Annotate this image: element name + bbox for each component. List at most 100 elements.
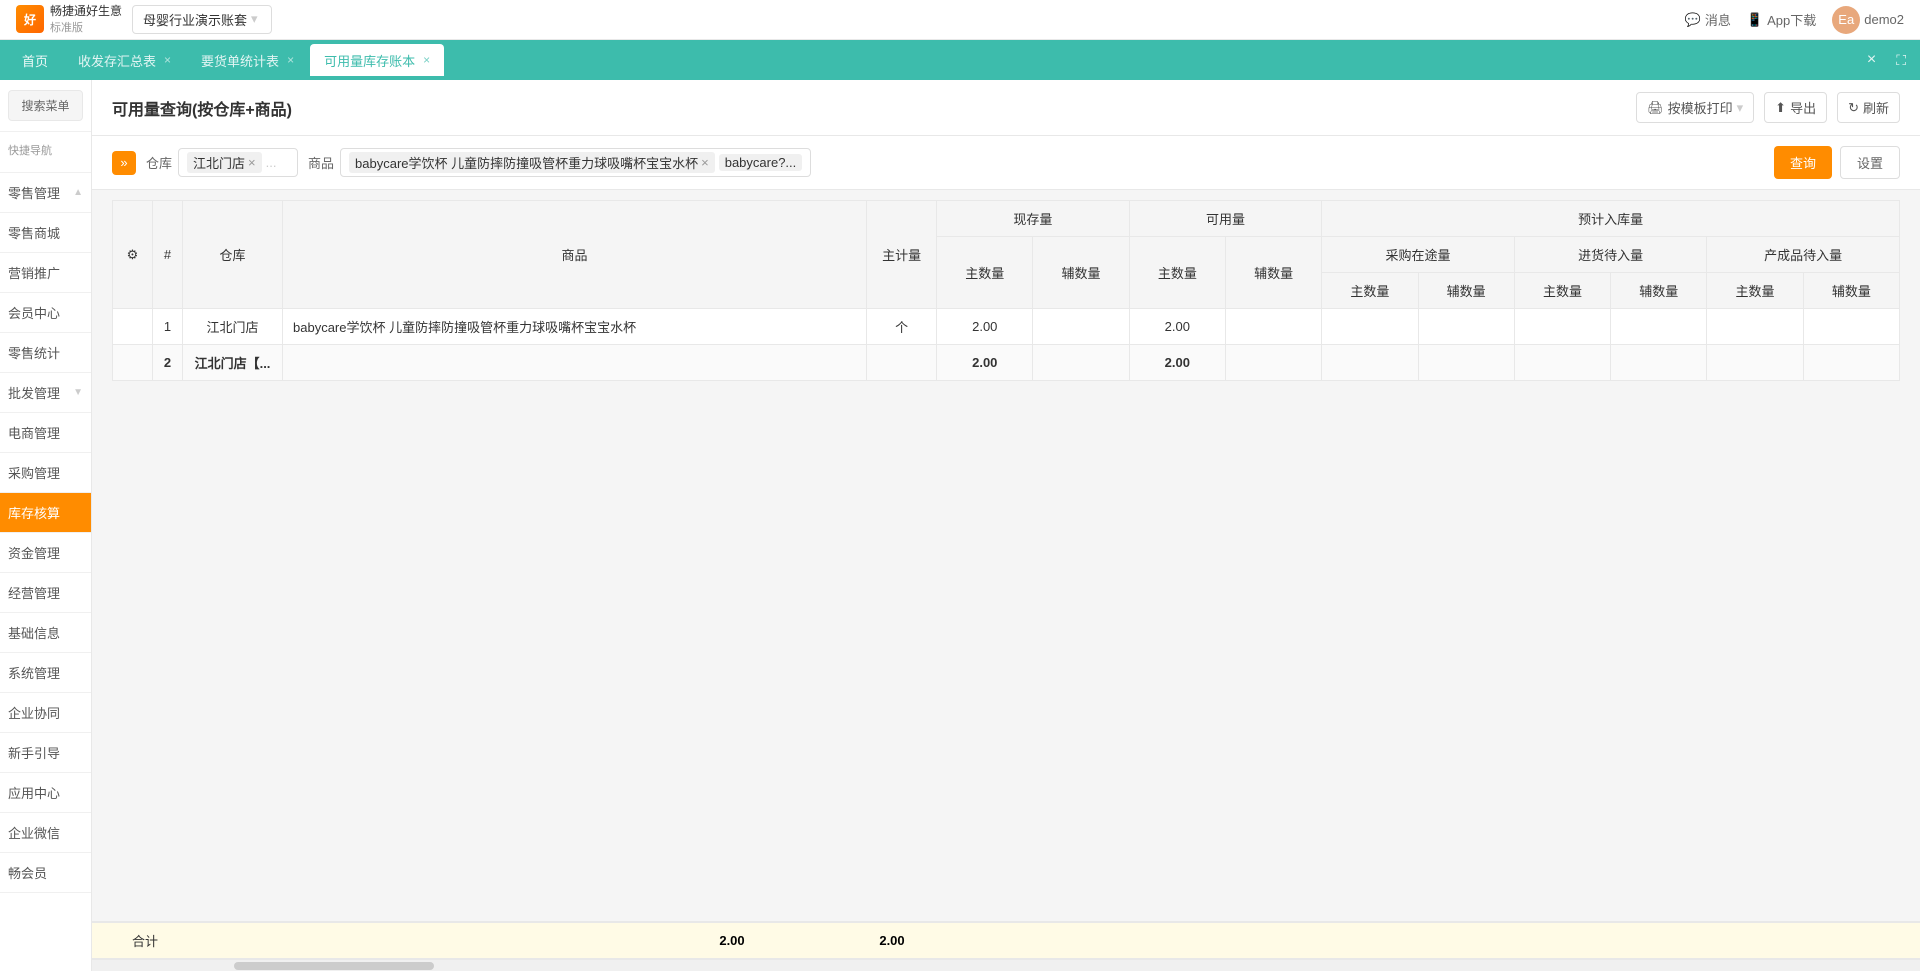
warehouse-input[interactable]: 江北门店 × ...	[178, 148, 298, 177]
tab-inventory-close[interactable]: ×	[423, 53, 430, 67]
sidebar: 搜索菜单 快捷导航 零售管理 ▲ 零售商城 营销推广 会员中心 零售统计 批发管…	[0, 80, 92, 971]
sidebar-finance-label: 资金管理	[8, 543, 60, 562]
tab-collect-close[interactable]: ×	[164, 53, 171, 67]
print-label: 按模板打印	[1668, 98, 1733, 117]
cell-purchase-main-group	[1322, 345, 1418, 381]
sidebar-item-retail-stat[interactable]: 零售统计	[0, 333, 91, 373]
sidebar-item-vip-member[interactable]: 畅会员	[0, 853, 91, 893]
search-menu-btn[interactable]: 搜索菜单	[8, 90, 83, 121]
th-product-aux: 辅数量	[1803, 273, 1899, 309]
th-pending-arrival: 进货待入量	[1514, 237, 1707, 273]
print-template-btn[interactable]: 🖨 按模板打印 ▾	[1636, 92, 1754, 123]
cell-arrival-main-group	[1514, 345, 1610, 381]
cell-product-aux-group	[1803, 345, 1899, 381]
th-arrival-aux: 辅数量	[1611, 273, 1707, 309]
avatar: Ea	[1832, 6, 1860, 34]
message-icon: 💬	[1685, 12, 1701, 28]
table-footer: 合计 2.00 2.00	[92, 921, 1920, 959]
sidebar-item-enterprise[interactable]: 企业协同	[0, 693, 91, 733]
th-avail-main: 主数量	[1129, 237, 1225, 309]
sidebar-item-sys-mgmt[interactable]: 系统管理	[0, 653, 91, 693]
tab-order-label: 要货单统计表	[201, 51, 279, 70]
tab-order[interactable]: 要货单统计表 ×	[187, 44, 308, 76]
th-settings[interactable]: ⚙	[113, 201, 153, 309]
export-label: 导出	[1790, 98, 1816, 117]
warehouse-remove-btn[interactable]: ×	[248, 155, 256, 170]
cell-product-group	[283, 345, 867, 381]
sidebar-item-basic-info[interactable]: 基础信息	[0, 613, 91, 653]
refresh-btn[interactable]: ↻ 刷新	[1837, 92, 1900, 123]
warehouse-filter: 仓库 江北门店 × ...	[146, 148, 298, 177]
tab-order-close[interactable]: ×	[287, 53, 294, 67]
cell-settings	[113, 345, 153, 381]
th-avail-aux: 辅数量	[1225, 237, 1321, 309]
sidebar-member-label: 会员中心	[8, 303, 60, 322]
cell-purchase-aux-group	[1418, 345, 1514, 381]
tab-collect[interactable]: 收发存汇总表 ×	[64, 44, 185, 76]
warehouse-value: 江北门店	[193, 153, 245, 172]
th-available: 可用量	[1129, 201, 1322, 237]
sidebar-basic-info-label: 基础信息	[8, 623, 60, 642]
cell-avail-main-group: 2.00	[1129, 345, 1225, 381]
th-purchase-transit: 采购在途量	[1322, 237, 1515, 273]
cell-arrival-aux-group	[1611, 345, 1707, 381]
inventory-table: ⚙ # 仓库 商品 主计量 现存量 可用量 预计入库量 主数量 辅数量 主数量	[112, 200, 1900, 381]
sidebar-search-section: 搜索菜单	[0, 80, 91, 132]
sidebar-item-purchase[interactable]: 采购管理	[0, 453, 91, 493]
cell-settings	[113, 309, 153, 345]
filter-expand-btn[interactable]: »	[112, 151, 136, 175]
sidebar-item-retail-mgmt[interactable]: 零售管理 ▲	[0, 173, 91, 213]
th-current-aux: 辅数量	[1033, 237, 1129, 309]
warehouse-more-btn[interactable]: ...	[266, 155, 277, 170]
sidebar-quick-nav-section: 快捷导航	[0, 132, 91, 173]
sidebar-sys-mgmt-label: 系统管理	[8, 663, 60, 682]
sidebar-enterprise-wx-label: 企业微信	[8, 823, 60, 842]
product-label: 商品	[308, 153, 334, 172]
page-header-actions: 🖨 按模板打印 ▾ ⬆ 导出 ↻ 刷新	[1636, 92, 1900, 123]
th-purchase-main: 主数量	[1322, 273, 1418, 309]
user-area[interactable]: Ea demo2	[1832, 6, 1904, 34]
product-remove-btn[interactable]: ×	[701, 155, 709, 170]
top-bar-left: 好 畅捷通好生意 标准版 母婴行业演示账套 ▾	[16, 4, 272, 34]
app-download-btn[interactable]: 📱 App下载	[1747, 10, 1816, 29]
cell-product-main-group	[1707, 345, 1803, 381]
nav-expand-btn[interactable]: ⛶	[1890, 50, 1912, 71]
org-selector[interactable]: 母婴行业演示账套 ▾	[132, 5, 272, 34]
sidebar-purchase-label: 采购管理	[8, 463, 60, 482]
tab-inventory[interactable]: 可用量库存账本 ×	[310, 44, 444, 76]
download-icon: 📱	[1747, 12, 1763, 28]
sidebar-item-operation[interactable]: 经营管理	[0, 573, 91, 613]
sidebar-item-enterprise-wx[interactable]: 企业微信	[0, 813, 91, 853]
scrollbar-thumb[interactable]	[234, 962, 434, 970]
sidebar-vip-member-label: 畅会员	[8, 863, 47, 882]
tab-home[interactable]: 首页	[8, 44, 62, 76]
product-input[interactable]: babycare学饮杯 儿童防摔防撞吸管杯重力球吸嘴杯宝宝水杯 × babyca…	[340, 148, 811, 177]
setting-btn[interactable]: 设置	[1840, 146, 1900, 179]
sidebar-item-app-center[interactable]: 应用中心	[0, 773, 91, 813]
user-name: demo2	[1864, 12, 1904, 27]
export-btn[interactable]: ⬆ 导出	[1764, 92, 1827, 123]
sidebar-item-retail-mall[interactable]: 零售商城	[0, 213, 91, 253]
top-bar: 好 畅捷通好生意 标准版 母婴行业演示账套 ▾ 💬 消息 📱 App下载 Ea …	[0, 0, 1920, 40]
sidebar-item-marketing[interactable]: 营销推广	[0, 253, 91, 293]
query-btn[interactable]: 查询	[1774, 146, 1832, 179]
org-name: 母婴行业演示账套	[143, 10, 247, 29]
th-purchase-aux: 辅数量	[1418, 273, 1514, 309]
sidebar-item-inventory-check[interactable]: 库存核算	[0, 493, 91, 533]
sidebar-item-ecommerce[interactable]: 电商管理	[0, 413, 91, 453]
logo-icon: 好	[16, 5, 44, 33]
nav-close-btn[interactable]: ×	[1861, 49, 1882, 71]
cell-avail-aux-group	[1225, 345, 1321, 381]
sidebar-item-wholesale[interactable]: 批发管理 ▼	[0, 373, 91, 413]
horizontal-scrollbar[interactable]	[92, 959, 1920, 971]
sidebar-inventory-check-label: 库存核算	[8, 503, 60, 522]
sidebar-wholesale-label: 批发管理	[8, 383, 60, 402]
sidebar-item-finance[interactable]: 资金管理	[0, 533, 91, 573]
sidebar-item-member[interactable]: 会员中心	[0, 293, 91, 333]
sidebar-retail-mgmt-label: 零售管理	[8, 183, 60, 202]
sidebar-item-newbie[interactable]: 新手引导	[0, 733, 91, 773]
message-btn[interactable]: 💬 消息	[1685, 10, 1731, 29]
sidebar-operation-label: 经营管理	[8, 583, 60, 602]
tab-collect-label: 收发存汇总表	[78, 51, 156, 70]
cell-purchase-main	[1322, 309, 1418, 345]
